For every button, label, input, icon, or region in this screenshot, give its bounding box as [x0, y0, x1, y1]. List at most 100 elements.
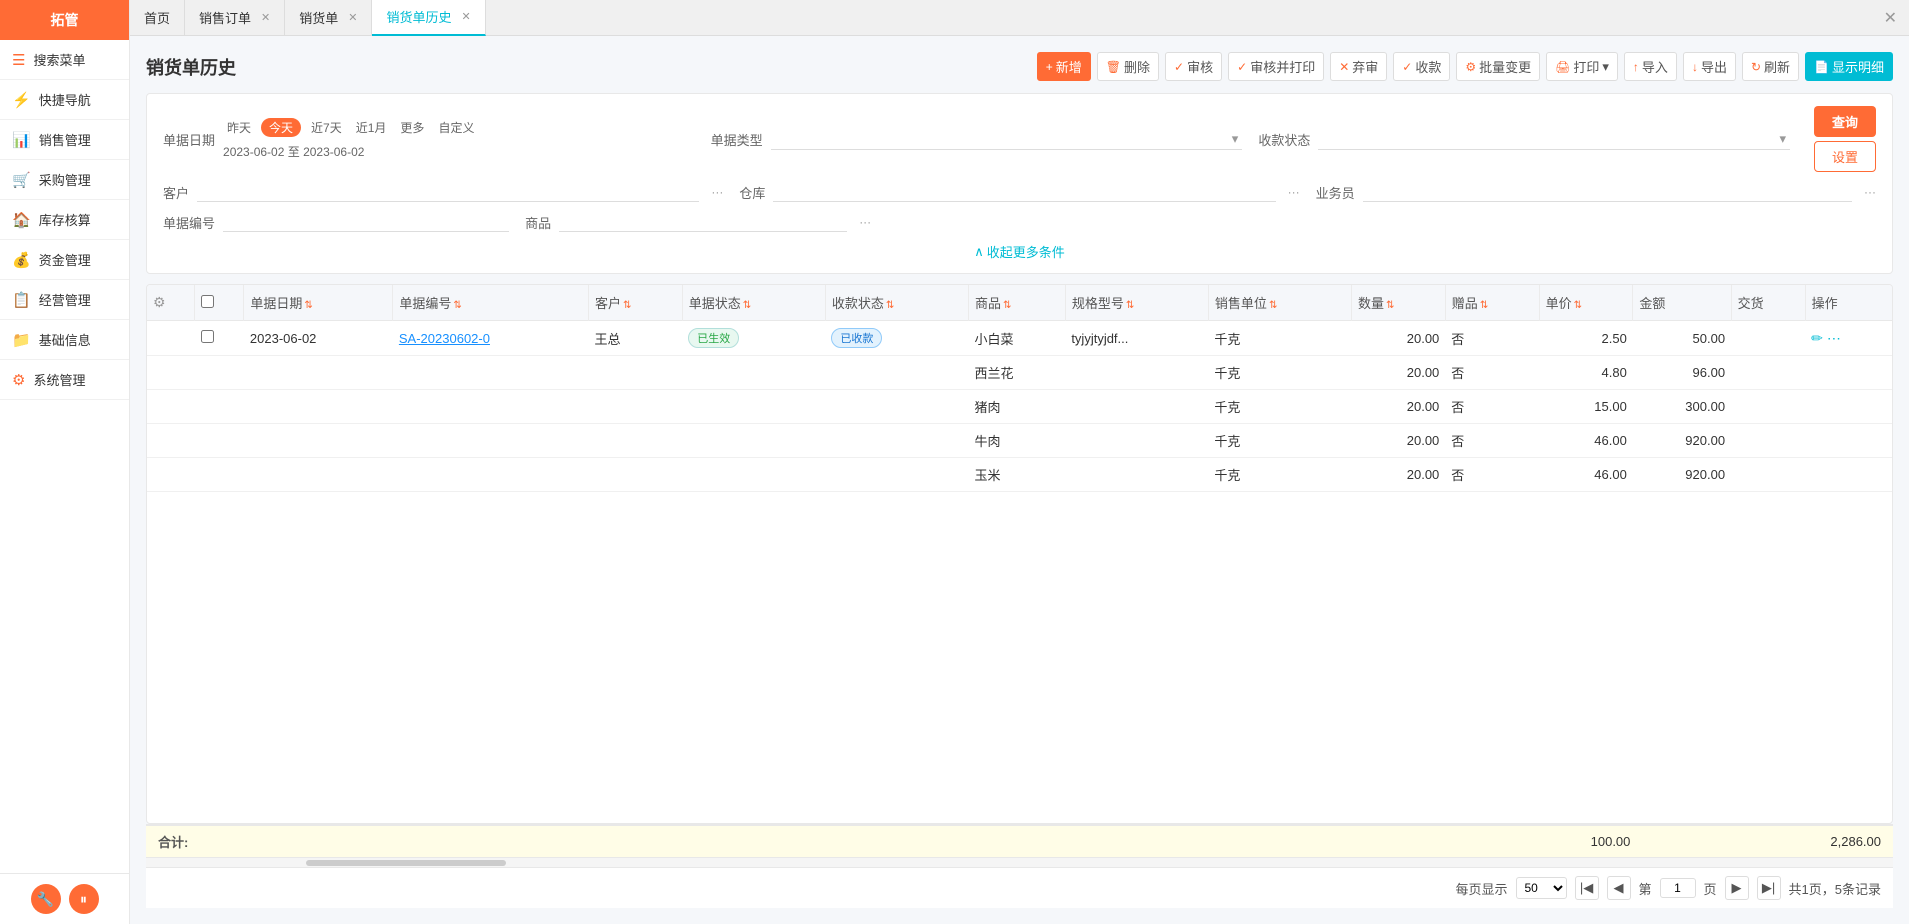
customer-label: 客户: [163, 183, 189, 202]
date-tab-custom[interactable]: 自定义: [434, 118, 478, 137]
date-tab-7days[interactable]: 近7天: [307, 118, 346, 137]
print-icon: 🖨: [1555, 60, 1570, 74]
sidebar-item-purchase-mgmt[interactable]: 🛒 采购管理: [0, 160, 129, 200]
sidebar-item-quick-nav[interactable]: ⚡ 快捷导航: [0, 80, 129, 120]
business-ellipsis[interactable]: ···: [1864, 185, 1876, 199]
sidebar-item-sys-mgmt[interactable]: ⚙ 系统管理: [0, 360, 129, 400]
settings-bottom-btn[interactable]: 🔧: [31, 884, 61, 914]
chevron-up-icon: ∧: [974, 244, 984, 260]
col-doc-date[interactable]: 单据日期⇅: [244, 285, 393, 321]
customer-ellipsis[interactable]: ···: [711, 185, 723, 199]
col-doc-no[interactable]: 单据编号⇅: [393, 285, 589, 321]
last-page-btn[interactable]: ▶|: [1757, 876, 1781, 900]
warehouse-input[interactable]: [773, 182, 1275, 202]
sidebar-item-base-info[interactable]: 📁 基础信息: [0, 320, 129, 360]
refresh-button[interactable]: ↻ 刷新: [1742, 52, 1799, 81]
column-settings-icon[interactable]: ⚙: [153, 294, 166, 310]
row-check-cell[interactable]: [195, 321, 244, 356]
tab-sales-history[interactable]: 销货单历史 ✕: [372, 0, 485, 36]
sidebar-item-search-menu[interactable]: ☰ 搜索菜单: [0, 40, 129, 80]
col-qty[interactable]: 数量⇅: [1352, 285, 1446, 321]
prev-page-btn[interactable]: ◀: [1607, 876, 1631, 900]
export-button[interactable]: ↓ 导出: [1683, 52, 1736, 81]
sidebar-item-finance[interactable]: 💰 资金管理: [0, 240, 129, 280]
date-tab-more[interactable]: 更多: [396, 118, 428, 137]
table-footer: 合计: 100.00 2,286.00: [146, 824, 1893, 857]
abandon-button[interactable]: ✕ 弃审: [1330, 52, 1387, 81]
delete-button[interactable]: 🗑 删除: [1097, 52, 1159, 81]
row-doc-no[interactable]: [393, 458, 589, 492]
print-button[interactable]: 🖨 打印 ▾: [1546, 52, 1618, 81]
collapse-button[interactable]: ∧ 收起更多条件: [163, 242, 1876, 261]
row-gift: 否: [1445, 390, 1539, 424]
horizontal-scrollbar[interactable]: [146, 857, 1893, 867]
show-detail-button[interactable]: 📄 显示明细: [1805, 52, 1893, 81]
row-receipt-status: [825, 356, 968, 390]
total-amount: 2,286.00: [1830, 834, 1881, 849]
col-goods[interactable]: 商品⇅: [969, 285, 1066, 321]
sidebar-item-ops-mgmt[interactable]: 📋 经营管理: [0, 280, 129, 320]
sort-qty-icon: ⇅: [1386, 300, 1394, 311]
audit-button[interactable]: ✓ 审核: [1165, 52, 1222, 81]
date-tab-yesterday[interactable]: 昨天: [223, 118, 255, 137]
page-number-input[interactable]: [1660, 878, 1696, 898]
tab-close-sales-order[interactable]: ✕: [261, 11, 270, 24]
warehouse-ellipsis[interactable]: ···: [1288, 185, 1300, 199]
window-close-btn[interactable]: ✕: [1872, 8, 1909, 28]
tab-close-sales-history[interactable]: ✕: [462, 10, 471, 23]
col-receipt-status[interactable]: 收款状态⇅: [825, 285, 968, 321]
col-spec[interactable]: 规格型号⇅: [1065, 285, 1208, 321]
customer-input[interactable]: [197, 182, 699, 202]
scrollbar-thumb[interactable]: [306, 860, 506, 866]
row-doc-no[interactable]: [393, 390, 589, 424]
tab-home[interactable]: 首页: [130, 0, 185, 36]
table-row: 2023-06-02 SA-20230602-0 王总 已生效 已收款 小白菜 …: [147, 321, 1892, 356]
tab-sales-order[interactable]: 销售订单 ✕: [185, 0, 285, 36]
row-doc-no[interactable]: SA-20230602-0: [393, 321, 589, 356]
more-action-btn[interactable]: ⋯: [1827, 330, 1841, 346]
sidebar-item-sales-mgmt[interactable]: 📊 销售管理: [0, 120, 129, 160]
row-check-cell[interactable]: [195, 424, 244, 458]
doc-no-input[interactable]: [223, 212, 509, 232]
edit-action-btn[interactable]: ✏: [1811, 330, 1823, 346]
first-page-btn[interactable]: |◀: [1575, 876, 1599, 900]
doc-type-select[interactable]: ▾: [771, 129, 1243, 150]
collect-button[interactable]: ✓ 收款: [1393, 52, 1450, 81]
row-doc-no[interactable]: [393, 424, 589, 458]
col-customer[interactable]: 客户⇅: [589, 285, 683, 321]
row-check-cell[interactable]: [195, 356, 244, 390]
pause-bottom-btn[interactable]: ⏸: [69, 884, 99, 914]
audit-print-button[interactable]: ✓ 审核并打印: [1228, 52, 1324, 81]
batch-change-button[interactable]: ⚙ 批量变更: [1456, 52, 1540, 81]
query-button[interactable]: 查询: [1814, 106, 1876, 137]
doc-no-link[interactable]: SA-20230602-0: [399, 331, 490, 346]
row-check-cell[interactable]: [195, 458, 244, 492]
import-button[interactable]: ↑ 导入: [1624, 52, 1677, 81]
row-check-cell[interactable]: [195, 390, 244, 424]
col-unit[interactable]: 销售单位⇅: [1208, 285, 1351, 321]
date-tab-1month[interactable]: 近1月: [352, 118, 391, 137]
row-customer: [589, 424, 683, 458]
goods-input[interactable]: [559, 212, 847, 232]
date-tab-today[interactable]: 今天: [261, 118, 301, 137]
new-icon: +: [1046, 60, 1053, 74]
col-doc-status[interactable]: 单据状态⇅: [682, 285, 825, 321]
next-page-btn[interactable]: ▶: [1725, 876, 1749, 900]
row-doc-no[interactable]: [393, 356, 589, 390]
col-gear[interactable]: ⚙: [147, 285, 195, 321]
row-spec: [1065, 458, 1208, 492]
set-button[interactable]: 设置: [1814, 141, 1876, 172]
row-checkbox[interactable]: [201, 330, 214, 343]
business-input[interactable]: [1363, 182, 1852, 202]
goods-ellipsis[interactable]: ···: [859, 215, 871, 229]
new-button[interactable]: + 新增: [1037, 52, 1091, 81]
col-price[interactable]: 单价⇅: [1539, 285, 1633, 321]
tab-sales-delivery[interactable]: 销货单 ✕: [285, 0, 372, 36]
receipt-status-select[interactable]: ▾: [1318, 129, 1790, 150]
sidebar-item-label: 搜索菜单: [33, 50, 85, 69]
select-all-checkbox[interactable]: [201, 295, 214, 308]
page-size-select[interactable]: 50 100 200: [1516, 877, 1567, 899]
tab-close-sales-delivery[interactable]: ✕: [348, 11, 357, 24]
sidebar-item-inventory[interactable]: 🏠 库存核算: [0, 200, 129, 240]
col-gift[interactable]: 赠品⇅: [1445, 285, 1539, 321]
